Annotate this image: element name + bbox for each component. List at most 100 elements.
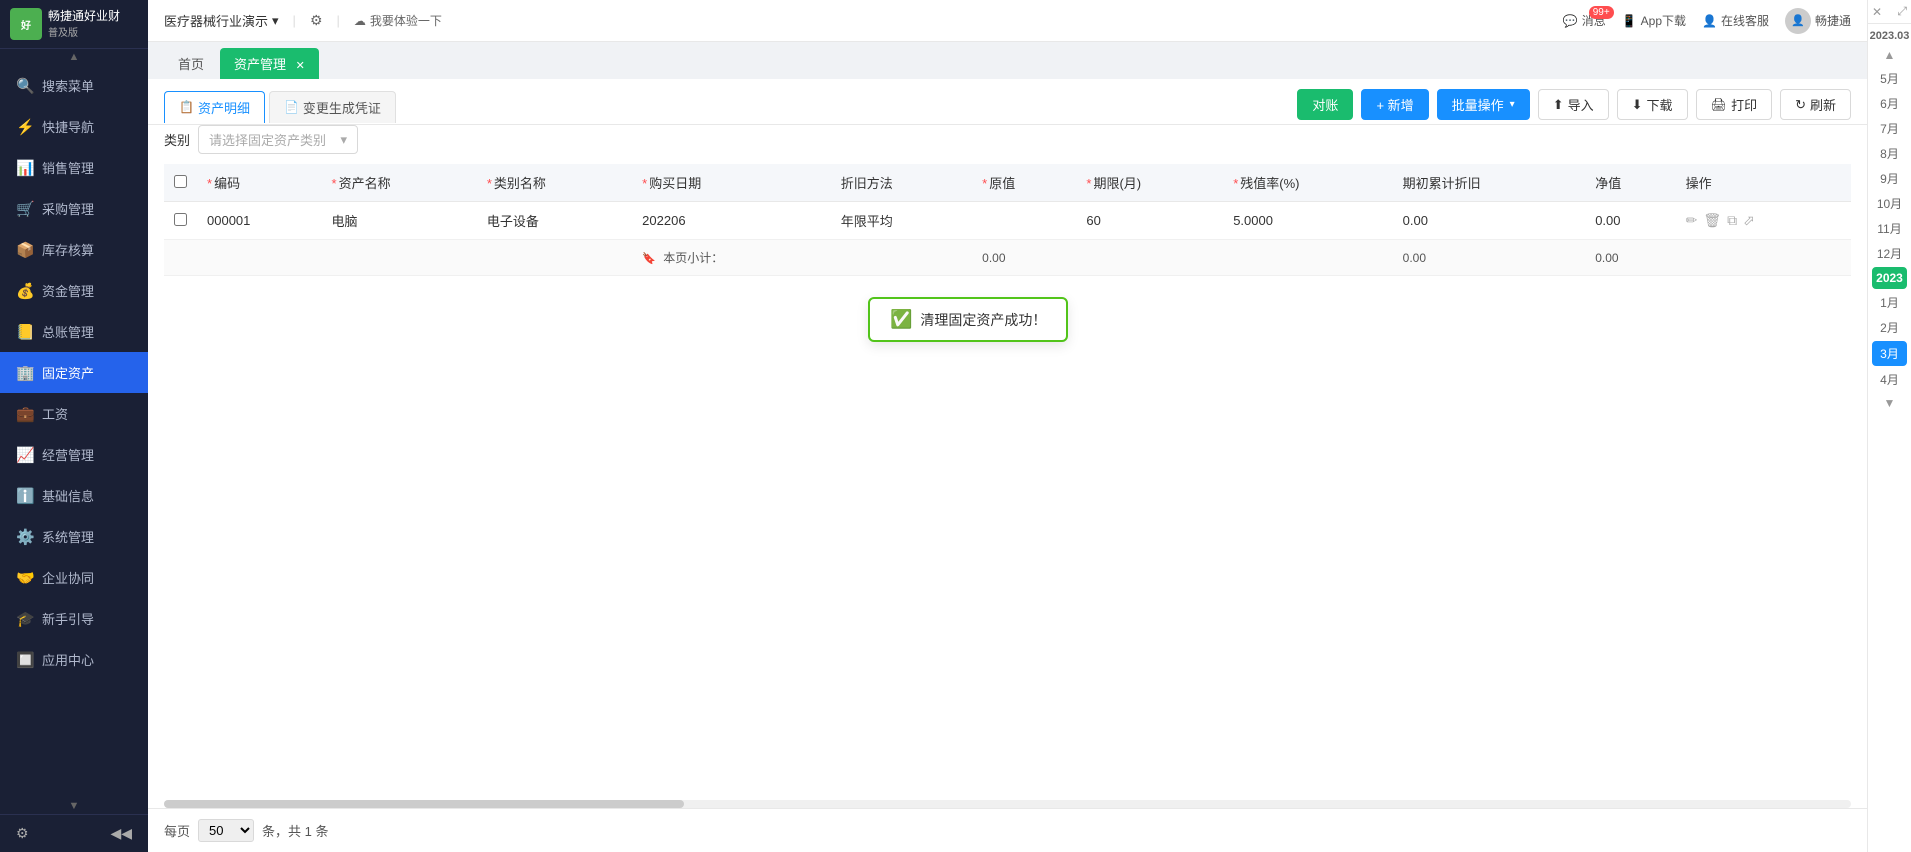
row-checkbox[interactable] bbox=[174, 213, 187, 226]
sidebar-item-system[interactable]: ⚙️ 系统管理 bbox=[0, 516, 148, 557]
sidebar-item-search[interactable]: 🔍 搜索菜单 bbox=[0, 65, 148, 106]
sidebar-item-label: 经营管理 bbox=[42, 445, 94, 464]
batch-ops-button[interactable]: 批量操作 ▾ bbox=[1437, 89, 1530, 120]
sidebar-item-guide[interactable]: 🎓 新手引导 bbox=[0, 598, 148, 639]
table-row: 000001 电脑 电子设备 202206 年限平均 60 5.0000 0.0… bbox=[164, 202, 1851, 240]
sidebar-item-label: 企业协同 bbox=[42, 568, 94, 587]
month-11[interactable]: 11月 bbox=[1868, 216, 1911, 241]
new-button[interactable]: + 新增 bbox=[1361, 89, 1428, 120]
sidebar-item-salary[interactable]: 💼 工资 bbox=[0, 393, 148, 434]
logo-icon: 好 bbox=[10, 8, 42, 40]
sidebar-item-funds[interactable]: 💰 资金管理 bbox=[0, 270, 148, 311]
sidebar-item-label: 快捷导航 bbox=[42, 117, 94, 136]
panel-scroll-up[interactable]: ▲ bbox=[1868, 44, 1911, 66]
sidebar-item-ledger[interactable]: 📒 总账管理 bbox=[0, 311, 148, 352]
sidebar-scroll-up[interactable]: ▲ bbox=[0, 49, 148, 65]
sidebar-item-sales[interactable]: 📊 销售管理 bbox=[0, 147, 148, 188]
more-icon[interactable]: ⬀ bbox=[1743, 212, 1755, 229]
sub-tab-asset-detail[interactable]: 📋 资产明细 bbox=[164, 91, 265, 123]
sidebar-item-appstore[interactable]: 🔲 应用中心 bbox=[0, 639, 148, 680]
new-label: + 新增 bbox=[1376, 95, 1413, 114]
sidebar-item-label: 新手引导 bbox=[42, 609, 94, 628]
table-header-row: *编码 *资产名称 *类别名称 *购买日期 折旧方法 *原值 *期限(月) *残… bbox=[164, 164, 1851, 202]
subtotal-original: 0.00 bbox=[972, 240, 1076, 276]
sub-tab-change-voucher[interactable]: 📄 变更生成凭证 bbox=[269, 91, 396, 123]
month-9[interactable]: 9月 bbox=[1868, 166, 1911, 191]
select-all-checkbox[interactable] bbox=[174, 175, 187, 188]
month-2[interactable]: 2月 bbox=[1868, 315, 1911, 340]
row-period: 60 bbox=[1076, 202, 1223, 240]
inventory-icon: 📦 bbox=[16, 241, 34, 259]
experience-btn[interactable]: ☁ 我要体验一下 bbox=[354, 12, 442, 29]
row-depreciation: 年限平均 bbox=[831, 202, 972, 240]
row-category: 电子设备 bbox=[477, 202, 632, 240]
user-avatar-area[interactable]: 👤 畅捷通 bbox=[1785, 8, 1851, 34]
month-7[interactable]: 7月 bbox=[1868, 116, 1911, 141]
delete-icon[interactable]: 🗑 bbox=[1703, 212, 1721, 229]
panel-expand-icon[interactable]: ⤢ bbox=[1897, 4, 1907, 19]
sidebar-item-label: 采购管理 bbox=[42, 199, 94, 218]
month-8[interactable]: 8月 bbox=[1868, 141, 1911, 166]
collapse-icon[interactable]: ◀◀ bbox=[110, 825, 132, 842]
sidebar-item-basic[interactable]: ℹ️ 基础信息 bbox=[0, 475, 148, 516]
online-service-btn[interactable]: 👤 在线客服 bbox=[1702, 12, 1769, 29]
reconcile-button[interactable]: 对账 bbox=[1297, 89, 1353, 120]
import-button[interactable]: ⬆ 导入 bbox=[1538, 89, 1609, 120]
horizontal-scrollbar[interactable] bbox=[164, 800, 1851, 808]
sidebar-item-label: 搜索菜单 bbox=[42, 76, 94, 95]
tab-home[interactable]: 首页 bbox=[164, 48, 218, 79]
sidebar-item-assets[interactable]: 🏢 固定资产 bbox=[0, 352, 148, 393]
assets-table: *编码 *资产名称 *类别名称 *购买日期 折旧方法 *原值 *期限(月) *残… bbox=[164, 164, 1851, 276]
app-download-btn[interactable]: 📱 App下载 bbox=[1622, 12, 1686, 29]
company-dropdown-icon: ▾ bbox=[272, 13, 279, 29]
filter-placeholder: 请选择固定资产类别 bbox=[209, 130, 326, 149]
month-12[interactable]: 12月 bbox=[1868, 241, 1911, 266]
online-service-label: 在线客服 bbox=[1721, 12, 1769, 29]
month-1[interactable]: 1月 bbox=[1868, 290, 1911, 315]
month-4[interactable]: 4月 bbox=[1868, 367, 1911, 392]
panel-close-icon[interactable]: ✕ bbox=[1872, 5, 1882, 19]
refresh-icon: ↻ bbox=[1795, 97, 1806, 113]
tab-assets[interactable]: 资产管理 ✕ bbox=[220, 48, 319, 79]
print-button[interactable]: 🖨 打印 bbox=[1696, 89, 1773, 120]
sidebar-item-inventory[interactable]: 📦 库存核算 bbox=[0, 229, 148, 270]
tab-home-label: 首页 bbox=[178, 57, 204, 72]
appstore-icon: 🔲 bbox=[16, 651, 34, 669]
month-6[interactable]: 6月 bbox=[1868, 91, 1911, 116]
logo-text-block: 畅捷通好业财 普及版 bbox=[48, 9, 120, 40]
ops-cell: ✏ 🗑 ⧉ ⬀ bbox=[1686, 212, 1841, 229]
settings-icon[interactable]: ⚙ bbox=[16, 825, 29, 842]
sidebar-item-purchase[interactable]: 🛒 采购管理 bbox=[0, 188, 148, 229]
month-10[interactable]: 10月 bbox=[1868, 191, 1911, 216]
copy-icon[interactable]: ⧉ bbox=[1727, 212, 1737, 229]
subtotal-net: 0.00 bbox=[1585, 240, 1675, 276]
sidebar-nav: 🔍 搜索菜单 ⚡ 快捷导航 📊 销售管理 🛒 采购管理 📦 库存核算 💰 资金管… bbox=[0, 65, 148, 798]
panel-scroll-down[interactable]: ▼ bbox=[1868, 392, 1911, 414]
month-3-current[interactable]: 3月 bbox=[1872, 341, 1907, 366]
company-selector[interactable]: 医疗器械行业演示 ▾ bbox=[164, 11, 279, 30]
settings-gear-icon[interactable]: ⚙ bbox=[310, 12, 323, 29]
sidebar-item-label: 应用中心 bbox=[42, 650, 94, 669]
sidebar-item-quicknav[interactable]: ⚡ 快捷导航 bbox=[0, 106, 148, 147]
refresh-button[interactable]: ↻ 刷新 bbox=[1780, 89, 1851, 120]
sidebar-scroll-down[interactable]: ▼ bbox=[0, 798, 148, 814]
message-btn[interactable]: 💬 消息 99+ bbox=[1563, 12, 1606, 29]
sidebar-item-operations[interactable]: 📈 经营管理 bbox=[0, 434, 148, 475]
year-2023-label[interactable]: 2023 bbox=[1872, 267, 1907, 289]
subtotal-label: 本页小计： bbox=[663, 251, 723, 265]
per-page-select[interactable]: 50 10 20 100 bbox=[198, 819, 254, 842]
download-button[interactable]: ⬇ 下载 bbox=[1617, 89, 1688, 120]
category-filter[interactable]: 请选择固定资产类别 ▾ bbox=[198, 125, 358, 154]
import-icon: ⬆ bbox=[1553, 97, 1564, 113]
assets-icon: 🏢 bbox=[16, 364, 34, 382]
sidebar-item-enterprise[interactable]: 🤝 企业协同 bbox=[0, 557, 148, 598]
row-purchase-date: 202206 bbox=[632, 202, 831, 240]
month-5[interactable]: 5月 bbox=[1868, 66, 1911, 91]
edit-icon[interactable]: ✏ bbox=[1686, 212, 1698, 229]
sidebar-item-label: 资金管理 bbox=[42, 281, 94, 300]
reconcile-label: 对账 bbox=[1312, 95, 1338, 114]
batch-ops-dropdown-icon: ▾ bbox=[1510, 99, 1515, 110]
asset-detail-icon: 📋 bbox=[179, 100, 194, 114]
tab-close-icon[interactable]: ✕ bbox=[296, 60, 305, 72]
operations-icon: 📈 bbox=[16, 446, 34, 464]
